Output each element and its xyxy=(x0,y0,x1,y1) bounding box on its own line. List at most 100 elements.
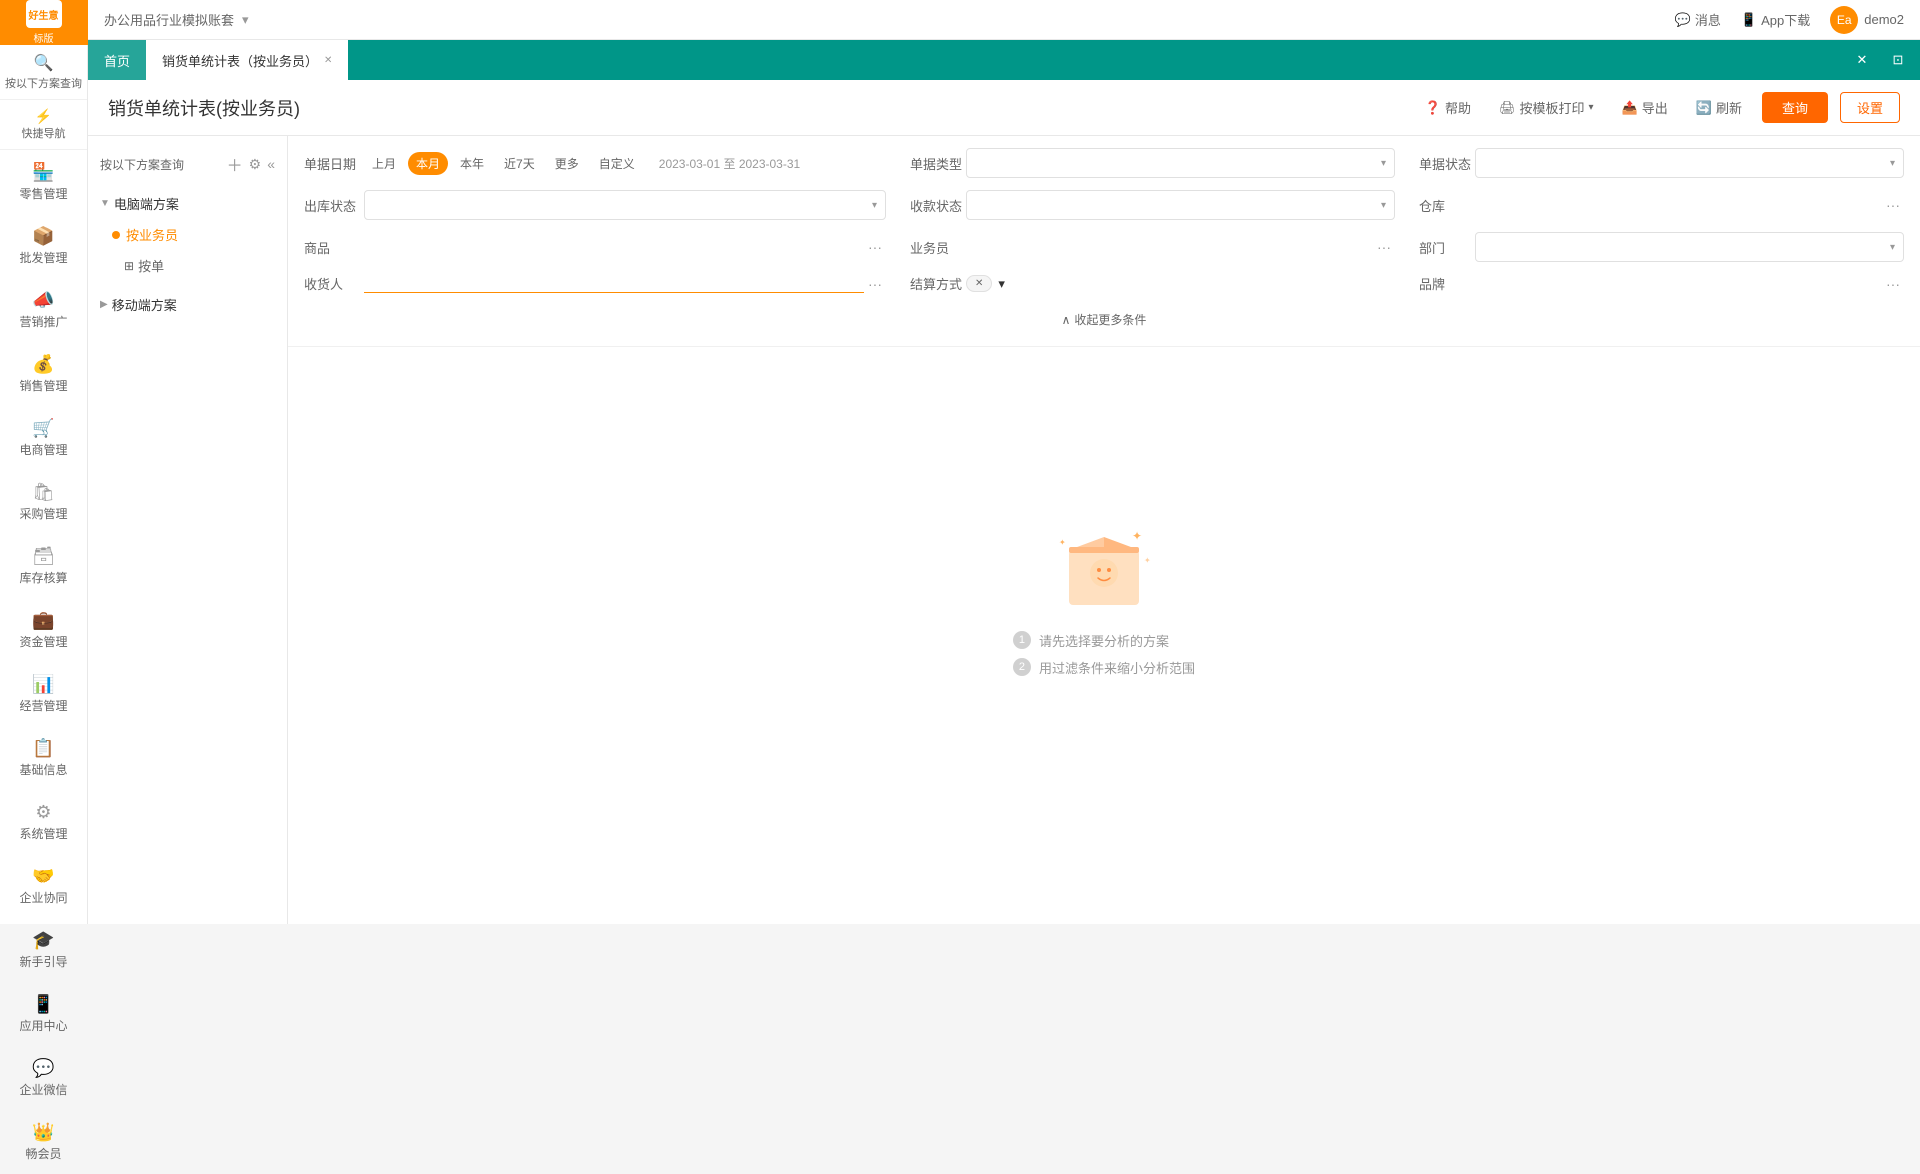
sidebar-item-system[interactable]: ⚙ 系统管理 xyxy=(0,790,87,854)
wholesale-icon: 📦 xyxy=(32,226,54,247)
tab-sales-stat[interactable]: 销货单统计表（按业务员） ✕ xyxy=(146,40,348,80)
sidebar-item-search[interactable]: 🔍 按以下方案查询 xyxy=(0,45,87,100)
page-title: 销货单统计表(按业务员) xyxy=(108,95,300,121)
settings-button[interactable]: 设置 xyxy=(1840,92,1900,123)
salesman-dots-button[interactable]: ··· xyxy=(1373,239,1395,255)
content-area: 按以下方案查询 ＋ ⚙ « ▼ 电脑端方案 按业务员 xyxy=(88,136,1920,924)
sidebar-marketing-label: 营销推广 xyxy=(19,313,67,330)
date-tab-7days[interactable]: 近7天 xyxy=(496,152,543,175)
tip-text-2: 用过滤条件来缩小分析范围 xyxy=(1039,658,1195,677)
type-select-arrow: ▾ xyxy=(1381,158,1386,169)
print-button[interactable]: 🖨 按模板打印 ▾ xyxy=(1491,94,1602,121)
sidebar: 好生意 标版 🔍 按以下方案查询 ⚡ 快捷导航 🏪 零售管理 📦 批发管理 📣 … xyxy=(0,0,88,924)
date-tab-custom[interactable]: 自定义 xyxy=(591,152,643,175)
payment-status-select[interactable]: ▾ xyxy=(966,190,1395,220)
sidebar-item-purchase[interactable]: 🛍 采购管理 xyxy=(0,470,87,534)
collapse-panel-icon[interactable]: « xyxy=(267,156,275,172)
inventory-icon: 🗃 xyxy=(32,546,55,567)
query-button[interactable]: 查询 xyxy=(1762,92,1828,123)
sidebar-item-marketing[interactable]: 📣 营销推广 xyxy=(0,278,87,342)
date-tab-this-year[interactable]: 本年 xyxy=(452,152,492,175)
filter-out-status: 出库状态 ▾ xyxy=(304,190,886,220)
help-button[interactable]: ❓ 帮助 xyxy=(1417,94,1479,121)
scheme-group-pc-header[interactable]: ▼ 电脑端方案 xyxy=(88,188,287,219)
sidebar-inventory-label: 库存核算 xyxy=(19,569,67,586)
filter-row-2: 出库状态 ▾ 收款状态 ▾ xyxy=(304,190,1904,220)
mobile-group-arrow: ▶ xyxy=(100,299,108,310)
help-label: 帮助 xyxy=(1445,98,1471,117)
warehouse-dots-button[interactable]: ··· xyxy=(1882,197,1904,213)
restore-icon: ⊡ xyxy=(1893,52,1904,68)
out-status-select[interactable]: ▾ xyxy=(364,190,886,220)
refresh-icon: 🔄 xyxy=(1696,100,1712,116)
pc-group-label: 电脑端方案 xyxy=(114,194,179,213)
type-select[interactable]: ▾ xyxy=(966,148,1395,178)
scheme-item-salesman[interactable]: 按业务员 xyxy=(88,219,287,250)
tab-home[interactable]: 首页 xyxy=(88,40,146,80)
export-button[interactable]: 📤 导出 xyxy=(1614,94,1676,121)
add-scheme-icon[interactable]: ＋ xyxy=(227,152,243,176)
empty-illustration: ✦ ✦ ✦ xyxy=(1044,515,1164,615)
basic-icon: 📋 xyxy=(32,738,54,759)
app-download-button[interactable]: 📱 App下载 xyxy=(1741,10,1810,29)
sidebar-item-wechat[interactable]: 💬 企业微信 xyxy=(0,1046,87,1110)
sidebar-item-member[interactable]: 👑 畅会员 xyxy=(0,1110,87,1174)
sidebar-item-ecommerce[interactable]: 🛒 电商管理 xyxy=(0,406,87,470)
empty-svg: ✦ ✦ ✦ xyxy=(1044,515,1164,615)
message-button[interactable]: 💬 消息 xyxy=(1675,10,1721,29)
sidebar-item-retail[interactable]: 🏪 零售管理 xyxy=(0,150,87,214)
refresh-button[interactable]: 🔄 刷新 xyxy=(1688,94,1750,121)
collapse-label: 收起更多条件 xyxy=(1074,311,1146,328)
filter-row-4: 收货人 ··· 结算方式 ✕ xyxy=(304,274,1904,293)
scheme-item-by-order[interactable]: ⊞ 按单 xyxy=(88,250,287,281)
department-select[interactable]: ▾ xyxy=(1475,232,1904,262)
sidebar-item-newbie[interactable]: 🎓 新手引导 xyxy=(0,918,87,982)
warehouse-area: ··· xyxy=(1475,197,1904,213)
left-panel-title: 按以下方案查询 xyxy=(100,156,184,173)
left-panel-header: 按以下方案查询 ＋ ⚙ « xyxy=(88,144,287,184)
tab-minimize-button[interactable]: ✕ xyxy=(1848,46,1876,74)
tab-bar-actions: ✕ ⊡ xyxy=(1848,46,1920,74)
date-range-display: 2023-03-01 至 2023-03-31 xyxy=(659,155,800,172)
dropdown-icon[interactable]: ▾ xyxy=(242,12,249,28)
scheme-group-mobile-header[interactable]: ▶ 移动端方案 xyxy=(88,289,287,320)
sidebar-item-finance[interactable]: 💼 资金管理 xyxy=(0,598,87,662)
collapse-filters-button[interactable]: ∧ 收起更多条件 xyxy=(304,305,1904,334)
tab-close-icon[interactable]: ✕ xyxy=(324,55,332,66)
sidebar-item-apps[interactable]: 📱 应用中心 xyxy=(0,982,87,1046)
member-icon: 👑 xyxy=(32,1122,54,1143)
retail-icon: 🏪 xyxy=(32,162,54,183)
sidebar-item-quicknav[interactable]: ⚡ 快捷导航 xyxy=(0,100,87,150)
date-tab-last-month[interactable]: 上月 xyxy=(364,152,404,175)
sidebar-sales-label: 销售管理 xyxy=(19,377,67,394)
receiver-input-area xyxy=(364,275,864,293)
settings-scheme-icon[interactable]: ⚙ xyxy=(249,156,262,173)
date-tab-more[interactable]: 更多 xyxy=(547,152,587,175)
main-wrapper: 办公用品行业模拟账套 ▾ 💬 消息 📱 App下载 Ea demo2 首页 xyxy=(88,0,1920,924)
filter-row-1: 单据日期 上月 本月 本年 近7天 更多 自定义 20 xyxy=(304,148,1904,178)
receiver-input[interactable] xyxy=(364,275,864,290)
brand-dots-button[interactable]: ··· xyxy=(1882,276,1904,292)
sidebar-enterprise-label: 企业协同 xyxy=(19,889,67,906)
sidebar-purchase-label: 采购管理 xyxy=(19,505,67,522)
pc-group-arrow: ▼ xyxy=(100,198,110,209)
filter-type: 单据类型 ▾ xyxy=(910,148,1395,178)
out-status-label: 出库状态 xyxy=(304,196,364,215)
sidebar-item-basic[interactable]: 📋 基础信息 xyxy=(0,726,87,790)
sidebar-item-wholesale[interactable]: 📦 批发管理 xyxy=(0,214,87,278)
date-tab-this-month[interactable]: 本月 xyxy=(408,152,448,175)
tab-sales-stat-label: 销货单统计表（按业务员） xyxy=(162,51,318,70)
receiver-dots-button[interactable]: ··· xyxy=(864,276,886,292)
sidebar-item-enterprise[interactable]: 🤝 企业协同 xyxy=(0,854,87,918)
sidebar-item-operations[interactable]: 📊 经营管理 xyxy=(0,662,87,726)
sidebar-item-sales[interactable]: 💰 销售管理 xyxy=(0,342,87,406)
tab-restore-button[interactable]: ⊡ xyxy=(1884,46,1912,74)
sidebar-logo[interactable]: 好生意 标版 xyxy=(0,0,88,45)
status-select[interactable]: ▾ xyxy=(1475,148,1904,178)
user-profile[interactable]: Ea demo2 xyxy=(1830,6,1904,34)
sidebar-item-inventory[interactable]: 🗃 库存核算 xyxy=(0,534,87,598)
filter-receiver: 收货人 ··· xyxy=(304,274,886,293)
sidebar-quicknav-label: 快捷导航 xyxy=(22,128,66,140)
sidebar-wholesale-label: 批发管理 xyxy=(19,249,67,266)
product-dots-button[interactable]: ··· xyxy=(864,239,886,255)
